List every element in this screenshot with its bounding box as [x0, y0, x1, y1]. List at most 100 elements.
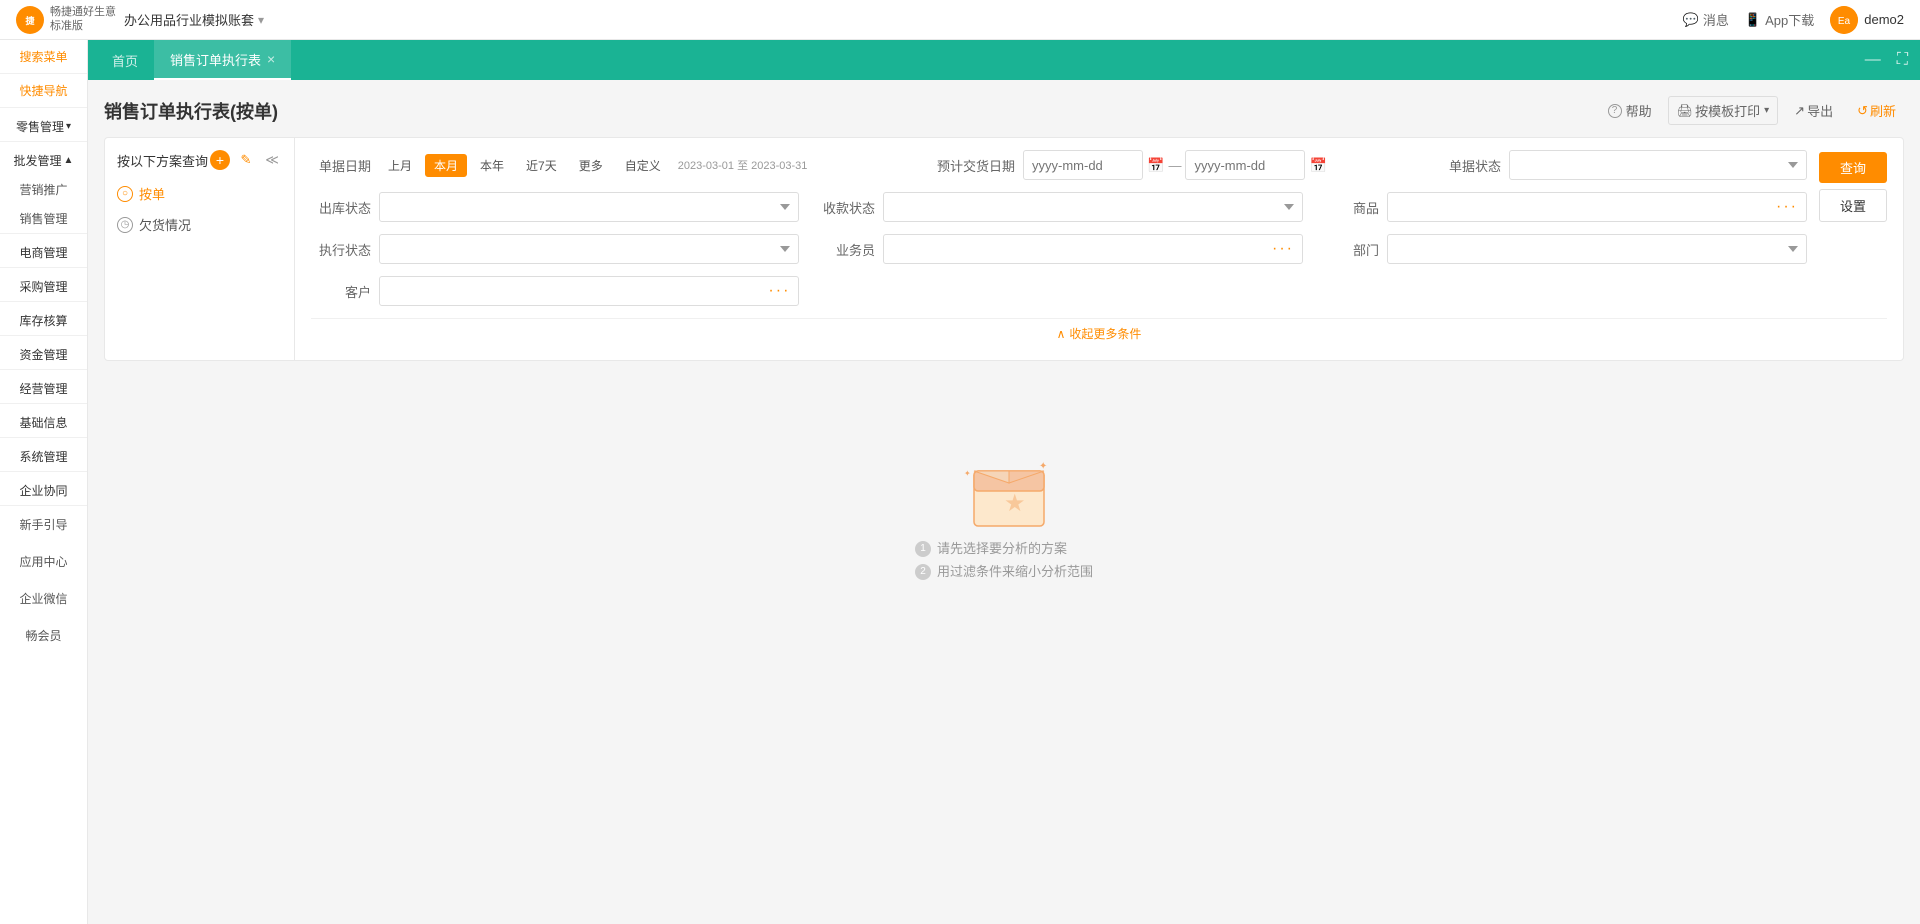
filter-field-goods: 商品 ··· — [1319, 192, 1807, 222]
sidebar-group-finance: 资金管理 — [0, 336, 87, 370]
tab-home[interactable]: 首页 — [96, 40, 154, 80]
sidebar-item-retail[interactable]: 零售管理 ▾ — [0, 108, 87, 141]
settings-button[interactable]: 设置 — [1819, 189, 1887, 222]
sidebar-sub-sales-mgmt[interactable]: 销售管理 — [0, 204, 87, 233]
logo-icon: 捷 — [16, 6, 44, 34]
exec-status-select[interactable] — [379, 234, 799, 264]
message-action[interactable]: 💬 消息 — [1683, 10, 1729, 29]
tab-expand-icon[interactable]: ⛶ — [1893, 47, 1912, 73]
collection-status-select[interactable] — [883, 192, 1303, 222]
collapse-bar[interactable]: ∧ 收起更多条件 — [311, 318, 1887, 348]
sidebar-item-ops[interactable]: 经营管理 — [0, 370, 87, 403]
user-profile[interactable]: Ea demo2 — [1830, 6, 1904, 34]
svg-text:★: ★ — [1004, 490, 1026, 517]
salesperson-input-wrapper: ··· — [883, 234, 1303, 264]
sidebar-item-member[interactable]: 畅会员 — [0, 617, 87, 654]
basic-label: 基础信息 — [19, 414, 67, 431]
sidebar-item-ecommerce[interactable]: 电商管理 — [0, 234, 87, 267]
tab-close-icon[interactable]: × — [267, 51, 275, 67]
dept-select[interactable] — [1387, 234, 1807, 264]
sidebar-item-inventory[interactable]: 库存核算 — [0, 302, 87, 335]
inventory-label: 库存核算 — [19, 312, 67, 329]
sidebar-quick-nav[interactable]: 快捷导航 — [0, 74, 87, 108]
sidebar-item-system[interactable]: 系统管理 — [0, 438, 87, 471]
filter-row-3: 执行状态 业务员 ·· — [311, 234, 1807, 264]
salesperson-dots-icon[interactable]: ··· — [1272, 240, 1294, 258]
scheme-radio-active-icon: ○ — [117, 186, 133, 202]
calendar-end-icon[interactable]: 📅 — [1309, 157, 1326, 174]
query-button[interactable]: 查询 — [1819, 152, 1887, 183]
main-layout: 搜索菜单 快捷导航 零售管理 ▾ 批发管理 ▲ 营销推广 销售管理 电商管理 采… — [0, 40, 1920, 924]
filter-row-2: 出库状态 收款状态 — [311, 192, 1807, 222]
out-status-label: 出库状态 — [311, 198, 371, 217]
date-btn-more[interactable]: 更多 — [570, 154, 612, 177]
date-btn-this-year[interactable]: 本年 — [471, 154, 513, 177]
hint-num-1: 1 — [915, 541, 931, 557]
goods-dots-icon[interactable]: ··· — [1776, 198, 1798, 216]
filter-field-exec-status: 执行状态 — [311, 234, 799, 264]
sidebar-item-purchase[interactable]: 采购管理 — [0, 268, 87, 301]
query-buttons: 查询 设置 — [1807, 150, 1887, 318]
scheme-item-by-debt-label: 欠货情况 — [139, 215, 191, 234]
date-btn-last-month[interactable]: 上月 — [379, 154, 421, 177]
sidebar-item-basic[interactable]: 基础信息 — [0, 404, 87, 437]
export-action[interactable]: ↗ 导出 — [1786, 97, 1841, 124]
hint-step-2: 2 用过滤条件来缩小分析范围 — [915, 560, 1093, 583]
date-btn-custom[interactable]: 自定义 — [616, 154, 670, 177]
scheme-add-btn[interactable]: + — [210, 150, 230, 170]
expected-date-group: 📅 — 📅 — [1023, 150, 1425, 180]
scheme-actions: + ✎ ≪ — [210, 150, 282, 170]
refresh-action[interactable]: ↺ 刷新 — [1849, 97, 1904, 124]
sidebar-item-wechat[interactable]: 企业微信 — [0, 580, 87, 617]
out-status-select[interactable] — [379, 192, 799, 222]
expected-date-start-input[interactable] — [1023, 150, 1143, 180]
scheme-item-by-debt[interactable]: ◷ 欠货情况 — [105, 209, 294, 240]
hint-num-2: 2 — [915, 564, 931, 580]
wholesale-label: 批发管理 — [14, 152, 62, 169]
filter-field-dept: 部门 — [1319, 234, 1807, 264]
scheme-item-by-order[interactable]: ○ 按单 — [105, 178, 294, 209]
customer-input[interactable] — [388, 284, 768, 299]
scheme-collapse-btn[interactable]: ≪ — [262, 150, 282, 170]
sidebar-item-newbie[interactable]: 新手引导 — [0, 506, 87, 543]
goods-input[interactable] — [1396, 200, 1776, 215]
customer-label: 客户 — [311, 282, 371, 301]
customer-dots-icon[interactable]: ··· — [768, 282, 790, 300]
help-icon: ? — [1608, 104, 1622, 118]
date-label: 单据日期 — [311, 156, 371, 175]
sidebar-search[interactable]: 搜索菜单 — [0, 40, 87, 74]
template-print-action[interactable]: 🖨 按模板打印 ▾ — [1668, 96, 1779, 125]
date-btn-this-month[interactable]: 本月 — [425, 154, 467, 177]
sidebar-item-enterprise[interactable]: 企业协同 — [0, 472, 87, 505]
date-btn-last-7days[interactable]: 近7天 — [517, 154, 566, 177]
export-label: 导出 — [1807, 101, 1833, 120]
tab-minimize-icon[interactable]: — — [1861, 47, 1885, 73]
sidebar-sub-marketing[interactable]: 营销推广 — [0, 175, 87, 204]
calendar-start-icon[interactable]: 📅 — [1147, 157, 1164, 174]
sidebar-item-app-center[interactable]: 应用中心 — [0, 543, 87, 580]
app-download-action[interactable]: 📱 App下载 — [1745, 10, 1814, 29]
exec-status-label: 执行状态 — [311, 240, 371, 259]
filter-field-collection-status: 收款状态 — [815, 192, 1303, 222]
breadcrumb-arrow-icon[interactable]: ▾ — [258, 13, 264, 27]
retail-label: 零售管理 — [16, 118, 64, 135]
hint-text-2: 用过滤条件来缩小分析范围 — [937, 560, 1093, 583]
scheme-title: 按以下方案查询 — [117, 151, 208, 170]
filter-main: 单据日期 上月 本月 本年 近7天 更多 自定义 — [311, 150, 1887, 318]
filter-fields: 单据日期 上月 本月 本年 近7天 更多 自定义 — [295, 138, 1903, 360]
date-range-text: 2023-03-01 至 2023-03-31 — [678, 157, 808, 173]
filter-field-doc-status: 单据状态 — [1441, 150, 1807, 180]
goods-input-wrapper: ··· — [1387, 192, 1807, 222]
help-action[interactable]: ? 帮助 — [1600, 97, 1660, 124]
filter-field-customer: 客户 ··· — [311, 276, 799, 306]
scheme-edit-btn[interactable]: ✎ — [236, 150, 256, 170]
doc-status-select[interactable] — [1509, 150, 1807, 180]
filter-row-1: 单据日期 上月 本月 本年 近7天 更多 自定义 — [311, 150, 1807, 180]
tab-sales-order-exec[interactable]: 销售订单执行表 × — [154, 40, 291, 80]
salesperson-input[interactable] — [892, 242, 1272, 257]
date-separator: — — [1168, 158, 1181, 173]
expected-date-end-input[interactable] — [1185, 150, 1305, 180]
sidebar-item-finance[interactable]: 资金管理 — [0, 336, 87, 369]
sidebar-item-wholesale[interactable]: 批发管理 ▲ — [0, 142, 87, 175]
content-area: 销售订单执行表(按单) ? 帮助 🖨 按模板打印 ▾ ↗ — [88, 80, 1920, 924]
